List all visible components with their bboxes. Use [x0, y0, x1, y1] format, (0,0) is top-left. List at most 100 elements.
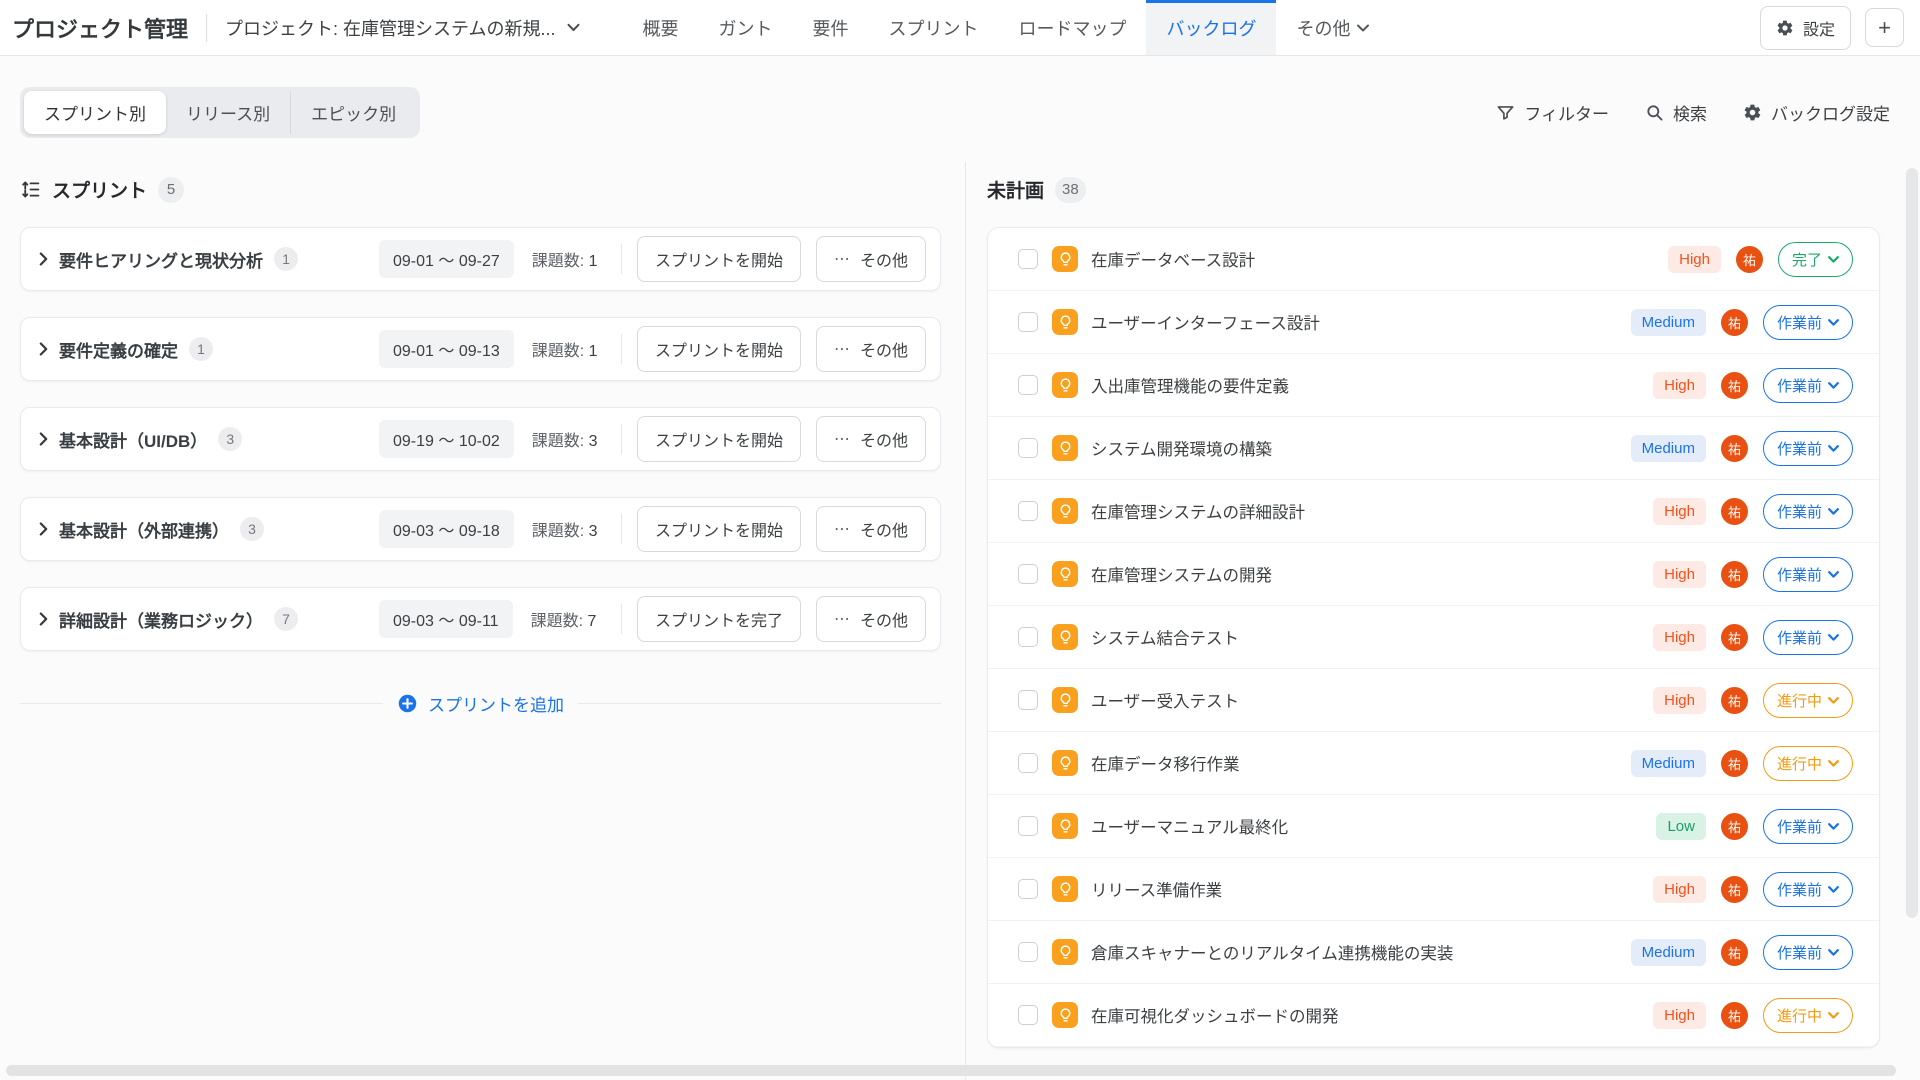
task-title[interactable]: 倉庫スキャナーとのリアルタイム連携機能の実装 — [1091, 940, 1453, 964]
assignee-avatar[interactable]: 祐 — [1720, 560, 1748, 588]
sprint-action-label: スプリントを完了 — [654, 613, 783, 630]
assignee-avatar[interactable]: 祐 — [1720, 686, 1748, 714]
status-dropdown[interactable]: 作業前 — [1762, 871, 1853, 907]
row-checkbox[interactable] — [1018, 564, 1038, 584]
status-dropdown[interactable]: 完了 — [1777, 241, 1853, 277]
row-checkbox[interactable] — [1018, 375, 1038, 395]
chevron-right-icon[interactable] — [39, 252, 48, 266]
row-checkbox[interactable] — [1018, 690, 1038, 710]
task-title[interactable]: 在庫可視化ダッシュボードの開発 — [1091, 1003, 1339, 1027]
sort-list-icon — [22, 181, 40, 198]
sprint-date-range: 09-03 ～ 09-18 — [379, 510, 514, 548]
task-title[interactable]: ユーザー受入テスト — [1091, 688, 1239, 712]
row-checkbox[interactable] — [1018, 942, 1038, 962]
app-header: プロジェクト管理 プロジェクト: 在庫管理システムの新規... 概要 ガント 要… — [0, 0, 1920, 56]
view-tab[interactable]: エピック別 — [290, 91, 416, 134]
chevron-right-icon[interactable] — [39, 612, 48, 626]
task-title[interactable]: システム結合テスト — [1091, 625, 1239, 649]
status-dropdown[interactable]: 作業前 — [1762, 493, 1853, 529]
sprint-action-button[interactable]: スプリントを開始 — [636, 326, 801, 372]
task-title[interactable]: システム開発環境の構築 — [1091, 436, 1272, 460]
assignee-avatar[interactable]: 祐 — [1720, 749, 1748, 777]
assignee-avatar[interactable]: 祐 — [1720, 938, 1748, 966]
status-dropdown[interactable]: 作業前 — [1762, 619, 1853, 655]
assignee-avatar[interactable]: 祐 — [1720, 875, 1748, 903]
status-dropdown[interactable]: 作業前 — [1762, 808, 1853, 844]
status-dropdown[interactable]: 進行中 — [1762, 745, 1853, 781]
horizontal-scrollbar[interactable] — [6, 1065, 1896, 1076]
search-button[interactable]: 検索 — [1645, 100, 1707, 125]
chevron-right-icon[interactable] — [39, 342, 48, 356]
sprint-action-button[interactable]: スプリントを完了 — [636, 596, 801, 642]
task-type-icon — [1052, 309, 1078, 335]
nav-tab[interactable]: バックログ — [1146, 0, 1277, 55]
view-tab[interactable]: スプリント別 — [24, 91, 166, 134]
add-sprint-button[interactable]: スプリントを追加 — [397, 691, 564, 716]
task-meta: Medium 祐 進行中 — [1630, 745, 1853, 781]
ellipsis-icon: ⋯ — [833, 611, 851, 628]
row-checkbox[interactable] — [1018, 753, 1038, 773]
settings-button[interactable]: 設定 — [1759, 5, 1851, 50]
assignee-avatar[interactable]: 祐 — [1720, 434, 1748, 462]
backlog-settings-button[interactable]: バックログ設定 — [1743, 100, 1890, 125]
nav-tab[interactable]: 概要 — [622, 0, 698, 55]
vertical-scrollbar[interactable] — [1906, 168, 1918, 918]
nav-tab[interactable]: ガント — [698, 0, 792, 55]
status-dropdown[interactable]: 作業前 — [1762, 934, 1853, 970]
project-selector[interactable]: プロジェクト: 在庫管理システムの新規... — [225, 15, 580, 41]
filter-button[interactable]: フィルター — [1496, 100, 1609, 125]
row-checkbox[interactable] — [1018, 249, 1038, 269]
assignee-avatar[interactable]: 祐 — [1720, 812, 1748, 840]
sprint-more-button[interactable]: ⋯ その他 — [815, 236, 926, 282]
sprint-more-button[interactable]: ⋯ その他 — [815, 326, 926, 372]
status-dropdown[interactable]: 進行中 — [1762, 997, 1853, 1033]
assignee-avatar[interactable]: 祐 — [1720, 623, 1748, 651]
sprint-more-button[interactable]: ⋯ その他 — [815, 506, 926, 552]
status-dropdown[interactable]: 作業前 — [1762, 430, 1853, 466]
assignee-avatar[interactable]: 祐 — [1720, 497, 1748, 525]
nav-tab[interactable]: スプリント — [868, 0, 998, 55]
task-title[interactable]: 在庫データ移行作業 — [1091, 751, 1240, 775]
view-tab[interactable]: リリース別 — [166, 91, 290, 134]
task-title[interactable]: 在庫管理システムの詳細設計 — [1091, 499, 1305, 523]
sprint-action-button[interactable]: スプリントを開始 — [636, 236, 801, 282]
sprint-action-button[interactable]: スプリントを開始 — [636, 416, 801, 462]
status-dropdown[interactable]: 進行中 — [1762, 682, 1853, 718]
chevron-right-icon[interactable] — [39, 522, 48, 536]
status-dropdown[interactable]: 作業前 — [1762, 556, 1853, 592]
status-dropdown[interactable]: 作業前 — [1762, 304, 1853, 340]
nav-tab[interactable]: 要件 — [792, 0, 868, 55]
sprint-card-actions: スプリントを開始 ⋯ その他 — [620, 326, 926, 372]
nav-tab[interactable]: ロードマップ — [998, 0, 1146, 55]
task-title[interactable]: ユーザーインターフェース設計 — [1091, 310, 1320, 334]
nav-tab-label: ロードマップ — [1018, 18, 1127, 39]
row-checkbox[interactable] — [1018, 879, 1038, 899]
assignee-avatar[interactable]: 祐 — [1735, 245, 1763, 273]
nav-tab[interactable]: その他 — [1276, 0, 1389, 55]
sprint-more-button[interactable]: ⋯ その他 — [815, 416, 926, 462]
chevron-down-icon — [567, 23, 580, 31]
row-checkbox[interactable] — [1018, 1005, 1038, 1025]
row-checkbox[interactable] — [1018, 816, 1038, 836]
assignee-avatar[interactable]: 祐 — [1720, 371, 1748, 399]
assignee-avatar[interactable]: 祐 — [1720, 308, 1748, 336]
task-title[interactable]: ユーザーマニュアル最終化 — [1091, 814, 1288, 838]
chevron-down-icon — [1828, 948, 1839, 956]
task-title[interactable]: 入出庫管理機能の要件定義 — [1091, 373, 1289, 397]
add-button[interactable]: + — [1865, 8, 1904, 47]
task-title[interactable]: 在庫管理システムの開発 — [1091, 562, 1272, 586]
row-checkbox[interactable] — [1018, 627, 1038, 647]
sprint-more-button[interactable]: ⋯ その他 — [815, 596, 926, 642]
row-checkbox[interactable] — [1018, 501, 1038, 521]
task-title[interactable]: リリース準備作業 — [1091, 877, 1222, 901]
chevron-down-icon — [1828, 570, 1839, 578]
chevron-right-icon[interactable] — [39, 432, 48, 446]
task-title[interactable]: 在庫データベース設計 — [1091, 247, 1255, 271]
sprint-action-button[interactable]: スプリントを開始 — [636, 506, 801, 552]
row-checkbox[interactable] — [1018, 312, 1038, 332]
row-checkbox[interactable] — [1018, 438, 1038, 458]
task-type-icon — [1052, 372, 1078, 398]
header-actions: 設定 + — [1759, 0, 1920, 55]
status-dropdown[interactable]: 作業前 — [1762, 367, 1853, 403]
assignee-avatar[interactable]: 祐 — [1720, 1001, 1748, 1029]
